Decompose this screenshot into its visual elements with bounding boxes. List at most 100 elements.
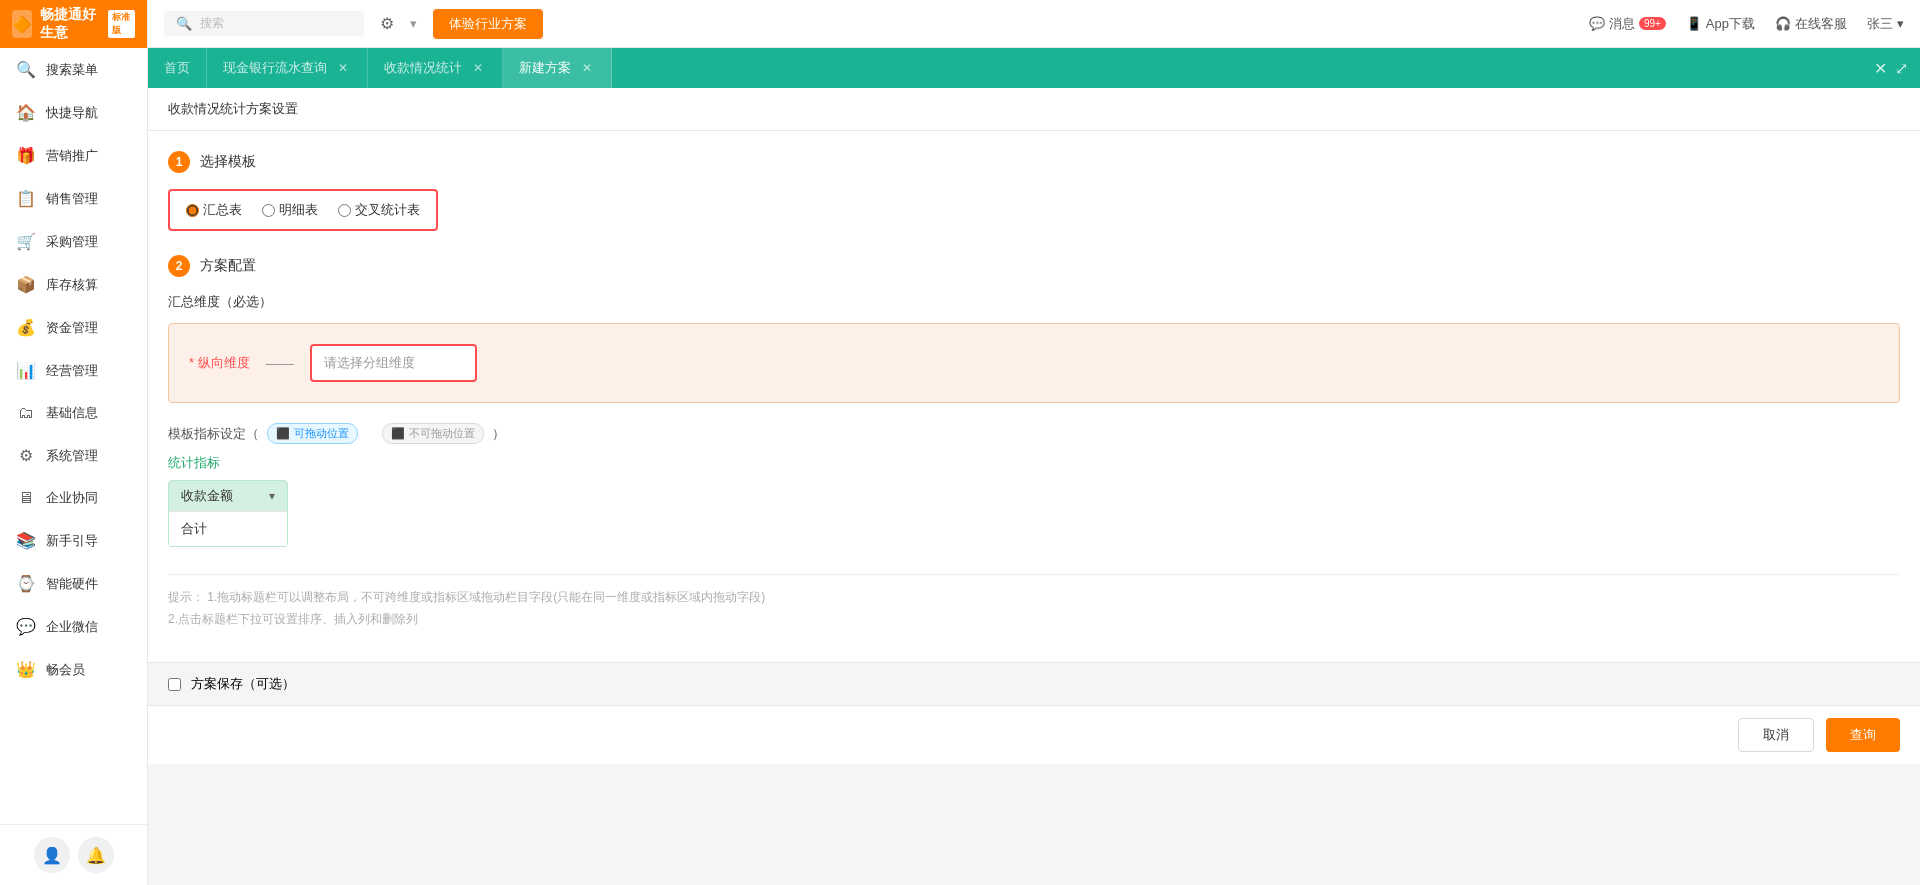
- tab-home-label: 首页: [164, 59, 190, 77]
- query-button[interactable]: 查询: [1826, 718, 1900, 752]
- page-content: 收款情况统计方案设置 1 选择模板 汇总表 明细表: [148, 88, 1920, 885]
- radio-summary-input[interactable]: [186, 204, 199, 217]
- tab-bank-flow-close[interactable]: ✕: [335, 60, 351, 76]
- sidebar-item-label: 经营管理: [46, 362, 98, 380]
- cancel-button[interactable]: 取消: [1738, 718, 1814, 752]
- topbar-search[interactable]: 🔍 搜索: [164, 11, 364, 36]
- sales-icon: 📋: [16, 189, 36, 208]
- sidebar-item-sales[interactable]: 📋 销售管理: [0, 177, 147, 220]
- wechat-icon: 💬: [16, 617, 36, 636]
- online-service-button[interactable]: 🎧 在线客服: [1775, 15, 1847, 33]
- sidebar-item-wechat[interactable]: 💬 企业微信: [0, 605, 147, 648]
- message-button[interactable]: 💬 消息 99+: [1589, 15, 1666, 33]
- sidebar-item-member[interactable]: 👑 畅会员: [0, 648, 147, 691]
- sidebar-item-system[interactable]: ⚙ 系统管理: [0, 434, 147, 477]
- step2-header: 2 方案配置: [168, 255, 1900, 277]
- basic-info-icon: 🗂: [16, 404, 36, 422]
- save-checkbox[interactable]: [168, 678, 181, 691]
- dimension-arrow: ——: [266, 355, 294, 371]
- sidebar-item-guide[interactable]: 📚 新手引导: [0, 519, 147, 562]
- user-name: 张三: [1867, 15, 1893, 33]
- sidebar-item-marketing[interactable]: 🎁 营销推广: [0, 134, 147, 177]
- sidebar-item-label: 快捷导航: [46, 104, 98, 122]
- movable-indicator: ⬛: [276, 427, 290, 440]
- tab-bank-flow[interactable]: 现金银行流水查询 ✕: [207, 48, 368, 88]
- dropdown-icon[interactable]: ▾: [410, 16, 417, 31]
- sidebar-item-purchase[interactable]: 🛒 采购管理: [0, 220, 147, 263]
- sidebar-item-label: 营销推广: [46, 147, 98, 165]
- sidebar: 🔶 畅捷通好生意 标准版 🔍 搜索菜单 🏠 快捷导航 🎁 营销推广 📋 销售管理…: [0, 0, 148, 885]
- tab-new-plan-close[interactable]: ✕: [579, 60, 595, 76]
- sidebar-item-finance[interactable]: 💰 资金管理: [0, 306, 147, 349]
- dimension-section-label: 汇总维度（必选）: [168, 293, 1900, 311]
- gear-icon[interactable]: ⚙: [380, 14, 394, 33]
- radio-cross[interactable]: 交叉统计表: [338, 201, 420, 219]
- sidebar-item-inventory[interactable]: 📦 库存核算: [0, 263, 147, 306]
- sidebar-item-label: 系统管理: [46, 447, 98, 465]
- search-placeholder: 搜索: [200, 15, 224, 32]
- enterprise-icon: 🖥: [16, 489, 36, 507]
- step1-header: 1 选择模板: [168, 151, 1900, 173]
- hint-section: 提示： 1.拖动标题栏可以调整布局，不可跨维度或指标区域拖动栏目字段(只能在同一…: [168, 574, 1900, 642]
- metrics-column-label: 收款金额: [181, 487, 233, 505]
- dimension-row: * 纵向维度 —— 请选择分组维度: [189, 344, 1879, 382]
- metrics-table-cell-total: 合计: [169, 511, 287, 546]
- breadcrumb: 收款情况统计方案设置: [168, 101, 298, 116]
- system-icon: ⚙: [16, 446, 36, 465]
- user-menu[interactable]: 张三 ▾: [1867, 15, 1904, 33]
- radio-cross-input[interactable]: [338, 204, 351, 217]
- sidebar-item-label: 资金管理: [46, 319, 98, 337]
- topbar: 🔍 搜索 ⚙ ▾ 体验行业方案 💬 消息 99+ 📱 App下载 🎧 在线客服 …: [148, 0, 1920, 48]
- sidebar-item-hardware[interactable]: ⌚ 智能硬件: [0, 562, 147, 605]
- guide-icon: 📚: [16, 531, 36, 550]
- form-body: 1 选择模板 汇总表 明细表 交叉统计表: [148, 131, 1920, 662]
- radio-detail[interactable]: 明细表: [262, 201, 318, 219]
- sidebar-footer-btn1[interactable]: 👤: [34, 837, 70, 873]
- sidebar-footer: 👤 🔔: [0, 824, 147, 885]
- search-icon: 🔍: [176, 16, 192, 31]
- tab-new-plan[interactable]: 新建方案 ✕: [503, 48, 612, 88]
- sidebar-footer-btn2[interactable]: 🔔: [78, 837, 114, 873]
- inventory-icon: 📦: [16, 275, 36, 294]
- app-download-button[interactable]: 📱 App下载: [1686, 15, 1755, 33]
- metrics-table-header[interactable]: 收款金额 ▾: [169, 481, 287, 511]
- radio-detail-input[interactable]: [262, 204, 275, 217]
- finance-icon: 💰: [16, 318, 36, 337]
- tab-home[interactable]: 首页: [148, 48, 207, 88]
- tab-new-plan-label: 新建方案: [519, 59, 571, 77]
- template-selection-box: 汇总表 明细表 交叉统计表: [168, 189, 438, 231]
- sidebar-item-label: 库存核算: [46, 276, 98, 294]
- user-chevron-icon: ▾: [1897, 16, 1904, 31]
- download-label: App下载: [1706, 15, 1755, 33]
- sidebar-item-operation[interactable]: 📊 经营管理: [0, 349, 147, 392]
- dimension-selector[interactable]: 请选择分组维度: [310, 344, 477, 382]
- dimension-placeholder: 请选择分组维度: [324, 355, 415, 370]
- sidebar-item-enterprise[interactable]: 🖥 企业协同: [0, 477, 147, 519]
- sidebar-item-search-menu[interactable]: 🔍 搜索菜单: [0, 48, 147, 91]
- tab-collection-stats-label: 收款情况统计: [384, 59, 462, 77]
- radio-detail-label: 明细表: [279, 201, 318, 219]
- trial-button[interactable]: 体验行业方案: [433, 9, 543, 39]
- metrics-config-text: 模板指标设定（: [168, 425, 259, 443]
- step2-title: 方案配置: [200, 257, 256, 275]
- save-label: 方案保存（可选）: [191, 675, 295, 693]
- step1-section: 1 选择模板 汇总表 明细表 交叉统计表: [168, 151, 1900, 231]
- member-icon: 👑: [16, 660, 36, 679]
- tab-collection-stats[interactable]: 收款情况统计 ✕: [368, 48, 503, 88]
- draggable-fixed-tag: ⬛ 不可拖动位置: [382, 423, 484, 444]
- sidebar-item-quick-nav[interactable]: 🏠 快捷导航: [0, 91, 147, 134]
- sidebar-item-label: 智能硬件: [46, 575, 98, 593]
- radio-summary[interactable]: 汇总表: [186, 201, 242, 219]
- tab-bar: 首页 现金银行流水查询 ✕ 收款情况统计 ✕ 新建方案 ✕ ✕ ⤢: [148, 48, 1920, 88]
- logo-icon: 🔶: [12, 10, 32, 38]
- metrics-dropdown-icon[interactable]: ▾: [269, 489, 275, 503]
- tab-collection-stats-close[interactable]: ✕: [470, 60, 486, 76]
- gift-icon: 🎁: [16, 146, 36, 165]
- radio-summary-label: 汇总表: [203, 201, 242, 219]
- config-section: 汇总维度（必选） * 纵向维度 —— 请选择分组维度 模: [168, 293, 1900, 550]
- radio-cross-label: 交叉统计表: [355, 201, 420, 219]
- tab-close-all-icon[interactable]: ✕: [1874, 59, 1887, 78]
- sidebar-item-basic-info[interactable]: 🗂 基础信息: [0, 392, 147, 434]
- metrics-table: 收款金额 ▾ 合计: [168, 480, 288, 547]
- tab-maximize-icon[interactable]: ⤢: [1895, 59, 1908, 78]
